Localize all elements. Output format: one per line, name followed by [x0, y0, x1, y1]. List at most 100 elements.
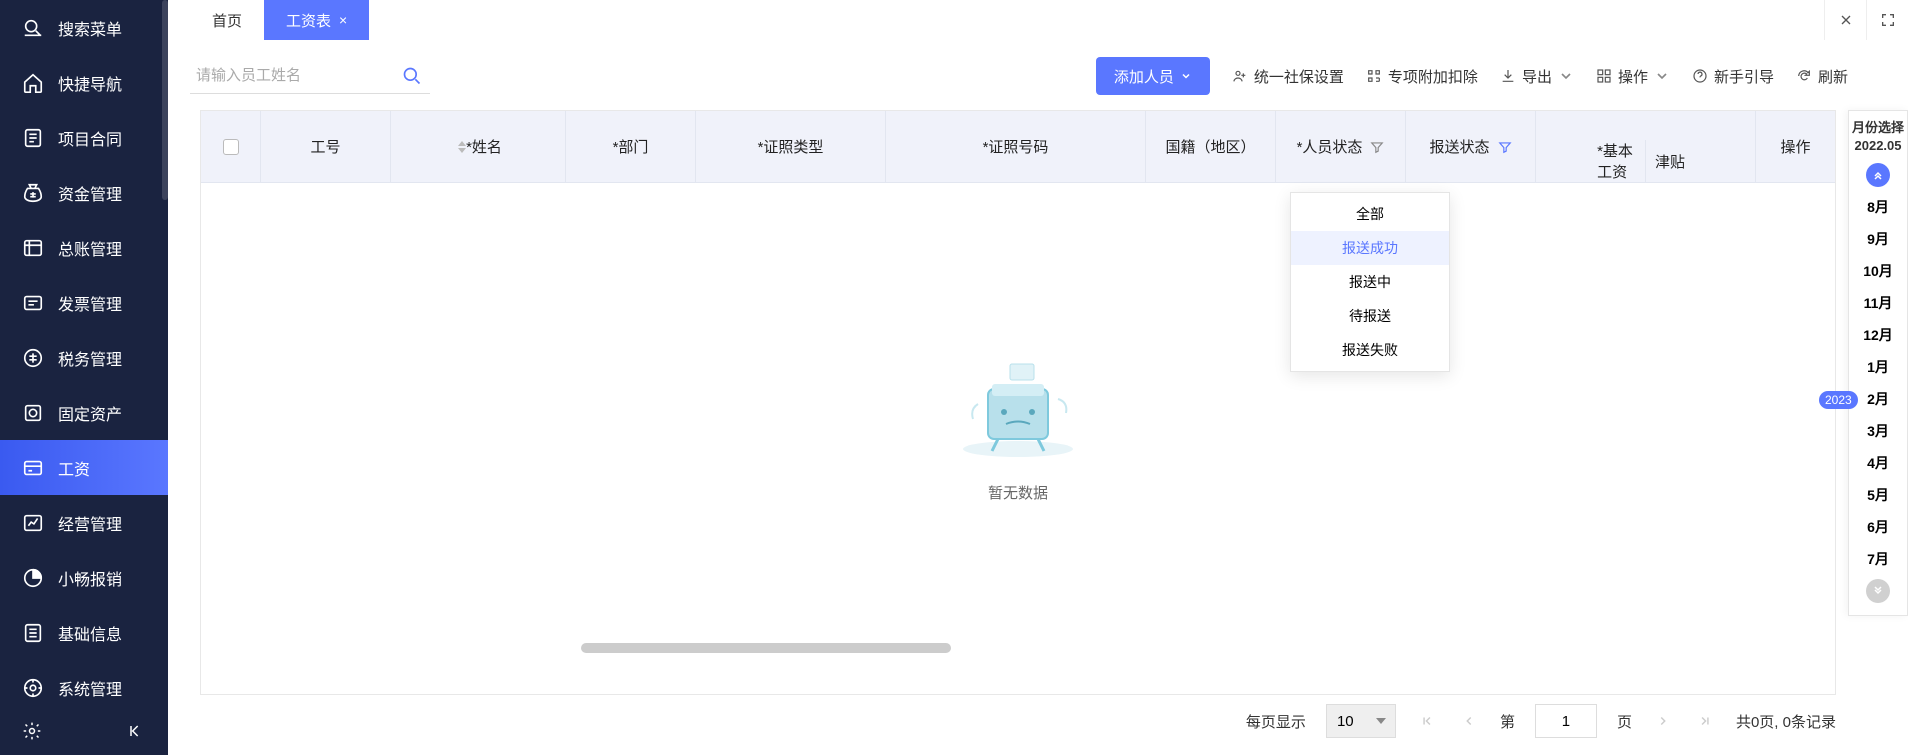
salary-table: 工号 *姓名 *部门 *证照类型 *证照号码 国籍（地区） *人员状态 报送状态…: [200, 110, 1836, 695]
gear-icon[interactable]: [22, 721, 42, 741]
month-option[interactable]: 8月: [1867, 191, 1889, 223]
search-input[interactable]: [190, 58, 430, 94]
sidebar-item-fixed-assets[interactable]: 固定资产: [0, 385, 168, 440]
chart-icon: [22, 512, 44, 534]
tab-label: 工资表: [286, 10, 331, 31]
tabs-close-all-button[interactable]: [1824, 0, 1866, 40]
year-badge: 2023: [1819, 391, 1858, 409]
sidebar: 搜索菜单 快捷导航 项目合同 资金管理 总账管理 发票管理 税务管理 固定资产 …: [0, 0, 168, 755]
month-option[interactable]: 5月: [1867, 479, 1889, 511]
prev-page-button[interactable]: [1458, 714, 1480, 728]
sidebar-item-ledger[interactable]: 总账管理: [0, 220, 168, 275]
tab-salary-sheet[interactable]: 工资表 ×: [264, 0, 369, 40]
button-label: 添加人员: [1114, 66, 1174, 87]
sidebar-item-label: 小畅报销: [58, 566, 122, 590]
sidebar-item-salary[interactable]: 工资: [0, 440, 168, 495]
th-action: 操作: [1756, 111, 1835, 182]
button-label: 新手引导: [1714, 66, 1774, 87]
guide-button[interactable]: 新手引导: [1692, 66, 1774, 87]
settings-icon: [22, 677, 44, 699]
sidebar-item-project-contract[interactable]: 项目合同: [0, 110, 168, 165]
sidebar-item-tax[interactable]: 税务管理: [0, 330, 168, 385]
fullscreen-button[interactable]: [1866, 0, 1908, 40]
filter-option[interactable]: 报送中: [1291, 265, 1449, 299]
export-button[interactable]: 导出: [1500, 66, 1574, 87]
filter-icon[interactable]: [1498, 140, 1512, 154]
sidebar-item-fund[interactable]: 资金管理: [0, 165, 168, 220]
month-option[interactable]: 1月: [1867, 351, 1889, 383]
month-scroll-up-button[interactable]: [1866, 163, 1890, 187]
table-header: 工号 *姓名 *部门 *证照类型 *证照号码 国籍（地区） *人员状态 报送状态…: [201, 111, 1835, 183]
th-status[interactable]: *人员状态: [1276, 111, 1406, 182]
month-option[interactable]: 11月: [1864, 287, 1893, 319]
th-id[interactable]: 工号: [261, 111, 391, 182]
empty-illustration: [948, 344, 1088, 464]
filter-icon[interactable]: [1370, 140, 1384, 154]
salary-icon: [22, 457, 44, 479]
ledger-icon: [22, 237, 44, 259]
filter-option[interactable]: 报送成功: [1291, 231, 1449, 265]
horizontal-scrollbar[interactable]: [581, 643, 951, 653]
th-checkbox: [201, 111, 261, 182]
th-allowance[interactable]: 津贴: [1646, 140, 1694, 182]
special-deduction-button[interactable]: 专项附加扣除: [1366, 66, 1478, 87]
sidebar-item-label: 系统管理: [58, 676, 122, 700]
month-option[interactable]: 3月: [1867, 415, 1889, 447]
th-doc-no[interactable]: *证照号码: [886, 111, 1146, 182]
month-option[interactable]: 4月: [1867, 447, 1889, 479]
add-employee-button[interactable]: 添加人员: [1096, 57, 1210, 95]
refresh-button[interactable]: 刷新: [1796, 66, 1848, 87]
button-label: 操作: [1618, 66, 1648, 87]
sidebar-item-quick-nav[interactable]: 快捷导航: [0, 55, 168, 110]
th-dept[interactable]: *部门: [566, 111, 696, 182]
month-option[interactable]: 7月: [1867, 543, 1889, 575]
filter-option[interactable]: 报送失败: [1291, 333, 1449, 367]
th-doc-type[interactable]: *证照类型: [696, 111, 886, 182]
first-page-button[interactable]: [1416, 714, 1438, 728]
th-name[interactable]: *姓名: [391, 111, 566, 182]
sort-icon[interactable]: [458, 141, 466, 153]
sidebar-item-basic-info[interactable]: 基础信息: [0, 605, 168, 660]
page-input[interactable]: [1535, 704, 1597, 738]
th-nation[interactable]: 国籍（地区）: [1146, 111, 1276, 182]
sidebar-item-label: 发票管理: [58, 291, 122, 315]
invoice-icon: [22, 292, 44, 314]
pagination-summary: 共0页, 0条记录: [1736, 711, 1836, 732]
filter-option[interactable]: 待报送: [1291, 299, 1449, 333]
page-suffix: 页: [1617, 711, 1632, 732]
sidebar-item-expense[interactable]: 小畅报销: [0, 550, 168, 605]
sidebar-item-label: 工资: [58, 456, 90, 480]
close-icon[interactable]: ×: [339, 12, 347, 28]
operate-button[interactable]: 操作: [1596, 66, 1670, 87]
button-label: 刷新: [1818, 66, 1848, 87]
sidebar-item-invoice[interactable]: 发票管理: [0, 275, 168, 330]
document-icon: [22, 127, 44, 149]
th-send-status[interactable]: 报送状态: [1406, 111, 1536, 182]
sidebar-scrollbar[interactable]: [162, 0, 168, 200]
month-scroll-down-button[interactable]: [1866, 579, 1890, 603]
per-page-label: 每页显示: [1246, 711, 1306, 732]
month-option[interactable]: 10月: [1863, 255, 1893, 287]
sidebar-item-label: 经营管理: [58, 511, 122, 535]
next-page-button[interactable]: [1652, 714, 1674, 728]
tab-home[interactable]: 首页: [190, 0, 264, 40]
month-option[interactable]: 2月: [1867, 383, 1889, 415]
sidebar-item-label: 总账管理: [58, 236, 122, 260]
month-option[interactable]: 9月: [1867, 223, 1889, 255]
th-basic-salary[interactable]: *基本工资: [1597, 140, 1646, 182]
collapse-icon[interactable]: [126, 721, 146, 741]
tab-label: 首页: [212, 10, 242, 31]
page-prefix: 第: [1500, 711, 1515, 732]
last-page-button[interactable]: [1694, 714, 1716, 728]
pagination: 每页显示 10 第 页 共0页, 0条记录: [1246, 699, 1836, 743]
search-icon[interactable]: [402, 66, 422, 86]
filter-option[interactable]: 全部: [1291, 197, 1449, 231]
sidebar-item-search-menu[interactable]: 搜索菜单: [0, 0, 168, 55]
per-page-select[interactable]: 10: [1326, 704, 1396, 738]
social-settings-button[interactable]: 统一社保设置: [1232, 66, 1344, 87]
month-option[interactable]: 6月: [1867, 511, 1889, 543]
toolbar: 添加人员 统一社保设置 专项附加扣除 导出 操作 新手引导 刷新: [190, 48, 1848, 104]
sidebar-item-operation[interactable]: 经营管理: [0, 495, 168, 550]
select-all-checkbox[interactable]: [223, 139, 239, 155]
month-option[interactable]: 12月: [1863, 319, 1893, 351]
